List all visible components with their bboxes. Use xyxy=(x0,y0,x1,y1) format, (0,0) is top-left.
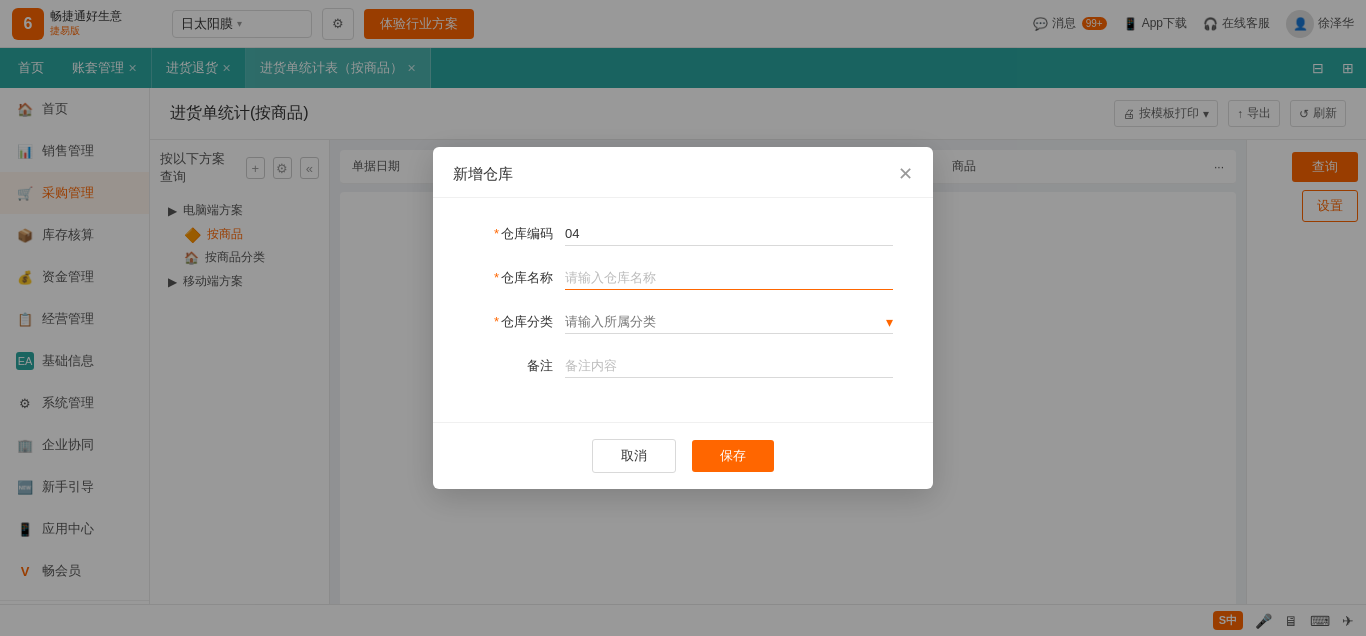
warehouse-name-input[interactable] xyxy=(565,266,893,290)
modal-title: 新增仓库 xyxy=(453,165,513,184)
remark-label: 备注 xyxy=(473,357,553,375)
cancel-button[interactable]: 取消 xyxy=(592,439,676,473)
modal-close-button[interactable]: ✕ xyxy=(898,163,913,185)
form-row-warehouse-category: *仓库分类 ▾ xyxy=(473,310,893,334)
remark-input[interactable] xyxy=(565,354,893,378)
form-row-remark: 备注 xyxy=(473,354,893,378)
modal-overlay: 新增仓库 ✕ *仓库编码 *仓库名称 *仓库分类 xyxy=(0,0,1366,636)
save-button[interactable]: 保存 xyxy=(692,440,774,472)
warehouse-name-label: *仓库名称 xyxy=(473,269,553,287)
add-warehouse-modal: 新增仓库 ✕ *仓库编码 *仓库名称 *仓库分类 xyxy=(433,147,933,489)
warehouse-category-select[interactable]: ▾ xyxy=(565,310,893,334)
warehouse-code-label: *仓库编码 xyxy=(473,225,553,243)
warehouse-category-input[interactable] xyxy=(565,310,886,333)
form-row-warehouse-name: *仓库名称 xyxy=(473,266,893,290)
warehouse-code-input[interactable] xyxy=(565,222,893,246)
form-row-warehouse-code: *仓库编码 xyxy=(473,222,893,246)
warehouse-category-label: *仓库分类 xyxy=(473,313,553,331)
modal-header: 新增仓库 ✕ xyxy=(433,147,933,198)
modal-footer: 取消 保存 xyxy=(433,422,933,489)
modal-body: *仓库编码 *仓库名称 *仓库分类 ▾ xyxy=(433,198,933,422)
category-dropdown-arrow: ▾ xyxy=(886,314,893,330)
